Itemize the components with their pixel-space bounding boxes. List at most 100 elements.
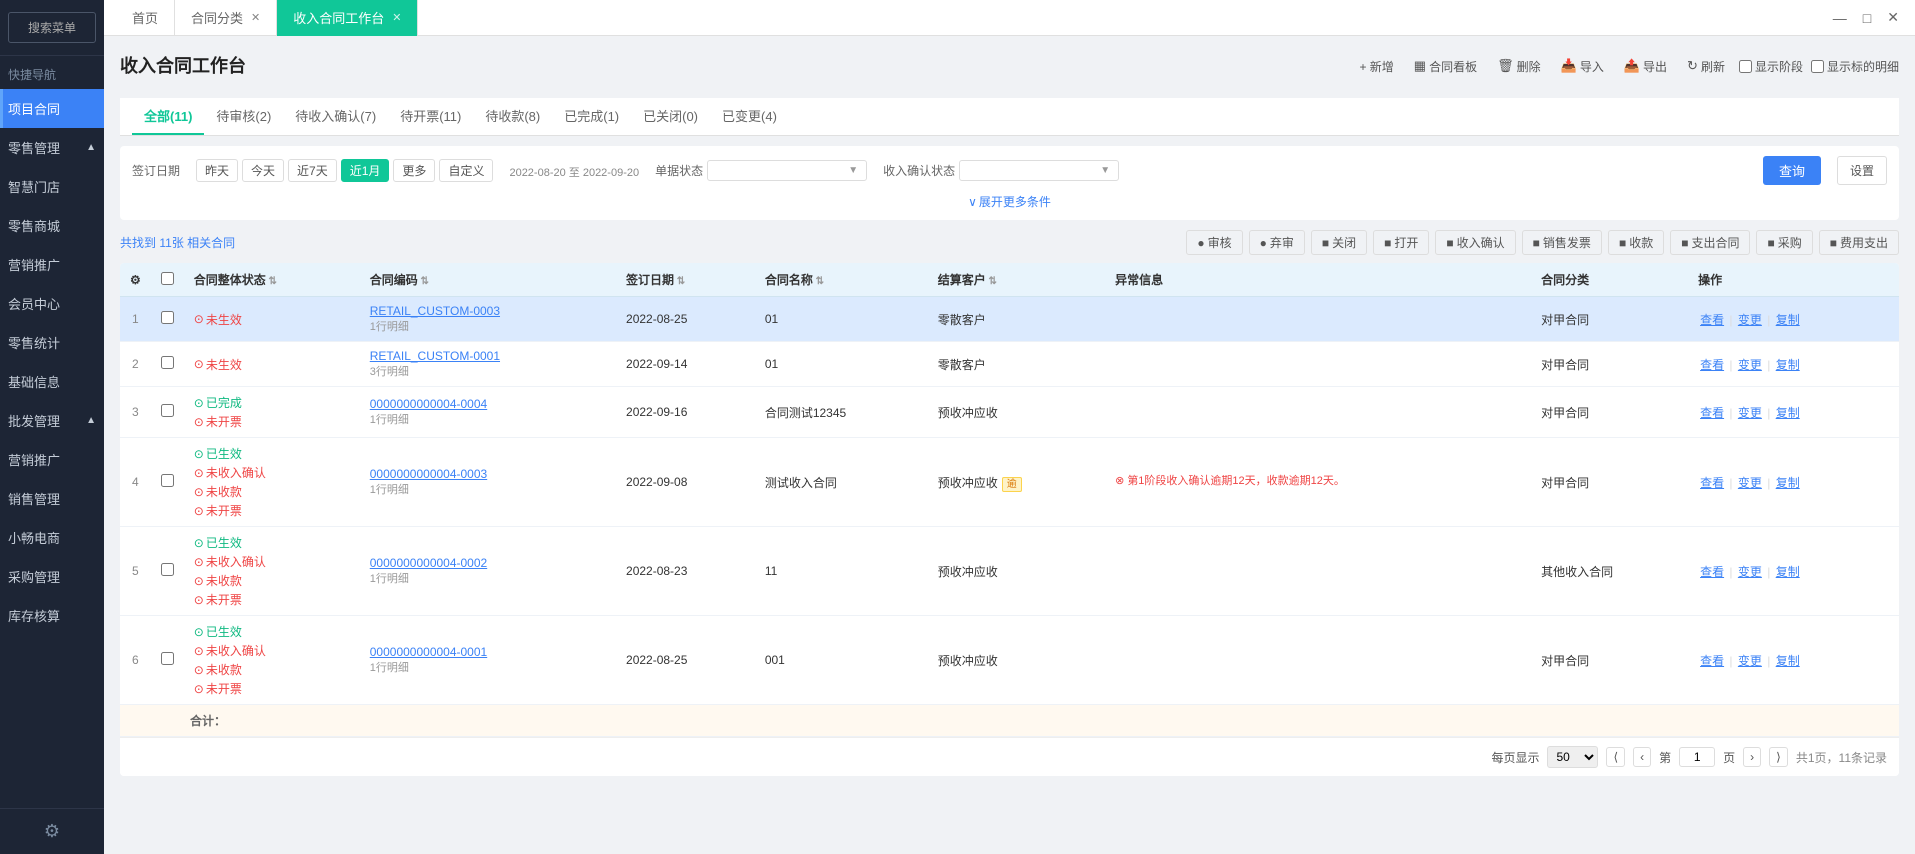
- close-contract-button[interactable]: ■ 关闭: [1311, 230, 1367, 255]
- maximize-button[interactable]: □: [1859, 8, 1875, 28]
- op-查看-link[interactable]: 查看: [1700, 476, 1724, 490]
- op-变更-link[interactable]: 变更: [1738, 313, 1762, 327]
- tab-home[interactable]: 首页: [116, 0, 175, 36]
- contract-code-link[interactable]: 0000000000004-0001: [370, 645, 487, 659]
- review-button[interactable]: ● 审核: [1186, 230, 1242, 255]
- sidebar-item-ecommerce[interactable]: 零售商城: [0, 206, 104, 245]
- status-tab-closed[interactable]: 已关闭(0): [631, 98, 710, 135]
- first-page-button[interactable]: ⟨: [1606, 747, 1625, 767]
- close-button[interactable]: ✕: [1883, 7, 1903, 28]
- th-settings[interactable]: ⚙: [120, 263, 151, 297]
- row-checkbox[interactable]: [161, 563, 174, 576]
- purchase-button[interactable]: ■ 采购: [1756, 230, 1812, 255]
- next-page-button[interactable]: ›: [1743, 747, 1761, 767]
- status-tab-completed[interactable]: 已完成(1): [552, 98, 631, 135]
- status-tab-pending-invoice[interactable]: 待开票(11): [388, 98, 473, 135]
- show-details-checkbox[interactable]: 显示标的明细: [1811, 58, 1899, 75]
- contract-code-link[interactable]: 0000000000004-0004: [370, 397, 487, 411]
- open-contract-button[interactable]: ■ 打开: [1373, 230, 1429, 255]
- th-contract-status[interactable]: 合同整体状态: [184, 263, 360, 297]
- date-btn-more[interactable]: 更多: [393, 159, 435, 182]
- date-btn-yesterday[interactable]: 昨天: [196, 159, 238, 182]
- op-变更-link[interactable]: 变更: [1738, 476, 1762, 490]
- minimize-button[interactable]: —: [1829, 8, 1851, 28]
- op-变更-link[interactable]: 变更: [1738, 565, 1762, 579]
- op-查看-link[interactable]: 查看: [1700, 358, 1724, 372]
- sidebar-item-xiaochange[interactable]: 小畅电商: [0, 518, 104, 557]
- sidebar-item-member[interactable]: 会员中心: [0, 284, 104, 323]
- tab-contract-cat[interactable]: 合同分类 ✕: [175, 0, 277, 36]
- contract-code-link[interactable]: 0000000000004-0003: [370, 467, 487, 481]
- date-btn-today[interactable]: 今天: [242, 159, 284, 182]
- date-btn-1month[interactable]: 近1月: [341, 159, 390, 182]
- op-复制-link[interactable]: 复制: [1776, 476, 1800, 490]
- op-查看-link[interactable]: 查看: [1700, 313, 1724, 327]
- search-menu-button[interactable]: 搜索菜单: [8, 12, 96, 43]
- expense-out-button[interactable]: ■ 费用支出: [1819, 230, 1899, 255]
- contract-code-link[interactable]: RETAIL_CUSTOM-0003: [370, 304, 500, 318]
- show-cols-checkbox[interactable]: 显示阶段: [1739, 58, 1803, 75]
- sidebar-item-sales[interactable]: 销售管理: [0, 479, 104, 518]
- status-tab-all[interactable]: 全部(11): [132, 98, 204, 135]
- th-contract-code[interactable]: 合同编码: [360, 263, 616, 297]
- contract-board-button[interactable]: ▦ 合同看板: [1408, 54, 1483, 79]
- query-button[interactable]: 查询: [1763, 156, 1821, 185]
- op-复制-link[interactable]: 复制: [1776, 406, 1800, 420]
- sidebar-item-purchase[interactable]: 采购管理: [0, 557, 104, 596]
- contract-code-link[interactable]: RETAIL_CUSTOM-0001: [370, 349, 500, 363]
- status-tab-pending-review[interactable]: 待审核(2): [204, 98, 283, 135]
- abandon-review-button[interactable]: ● 弃审: [1249, 230, 1305, 255]
- expand-more-btn[interactable]: ∨ 展开更多条件: [968, 193, 1051, 210]
- op-查看-link[interactable]: 查看: [1700, 654, 1724, 668]
- date-btn-7days[interactable]: 近7天: [288, 159, 337, 182]
- per-page-select[interactable]: 50 100 200: [1547, 746, 1598, 768]
- select-all-checkbox[interactable]: [161, 272, 174, 285]
- op-复制-link[interactable]: 复制: [1776, 565, 1800, 579]
- doc-status-select[interactable]: ▼: [707, 160, 867, 181]
- row-checkbox[interactable]: [161, 652, 174, 665]
- collect-payment-button[interactable]: ■ 收款: [1608, 230, 1664, 255]
- sidebar-item-project[interactable]: 项目合同: [0, 89, 104, 128]
- tab-income-workbench[interactable]: 收入合同工作台 ✕: [277, 0, 418, 36]
- expense-contract-button[interactable]: ■ 支出合同: [1670, 230, 1750, 255]
- tab-close-contract-cat[interactable]: ✕: [251, 11, 260, 24]
- status-tab-changed[interactable]: 已变更(4): [710, 98, 789, 135]
- page-input[interactable]: [1679, 747, 1715, 767]
- sidebar-item-wholesale[interactable]: 批发管理 ▲: [0, 401, 104, 440]
- contract-code-link[interactable]: 0000000000004-0002: [370, 556, 487, 570]
- row-checkbox[interactable]: [161, 404, 174, 417]
- settings-icon[interactable]: ⚙: [44, 821, 60, 842]
- prev-page-button[interactable]: ‹: [1633, 747, 1651, 767]
- op-查看-link[interactable]: 查看: [1700, 406, 1724, 420]
- op-变更-link[interactable]: 变更: [1738, 406, 1762, 420]
- th-customer[interactable]: 结算客户: [928, 263, 1105, 297]
- date-btn-custom[interactable]: 自定义: [439, 159, 493, 182]
- op-变更-link[interactable]: 变更: [1738, 654, 1762, 668]
- new-button[interactable]: + 新增: [1353, 54, 1399, 79]
- row-checkbox[interactable]: [161, 356, 174, 369]
- sidebar-item-basic[interactable]: 基础信息: [0, 362, 104, 401]
- sidebar-item-marketing[interactable]: 营销推广: [0, 245, 104, 284]
- sidebar-item-mktg2[interactable]: 营销推广: [0, 440, 104, 479]
- th-sign-date[interactable]: 签订日期: [616, 263, 755, 297]
- income-confirm-select[interactable]: ▼: [959, 160, 1119, 181]
- export-button[interactable]: 📤 导出: [1618, 54, 1673, 79]
- sidebar-item-inventory[interactable]: 库存核算: [0, 596, 104, 635]
- op-复制-link[interactable]: 复制: [1776, 358, 1800, 372]
- th-checkbox[interactable]: [151, 263, 184, 297]
- sidebar-item-retail[interactable]: 零售管理 ▲: [0, 128, 104, 167]
- row-checkbox[interactable]: [161, 311, 174, 324]
- sidebar-item-stats[interactable]: 零售统计: [0, 323, 104, 362]
- income-confirm-button[interactable]: ■ 收入确认: [1435, 230, 1515, 255]
- sales-invoice-button[interactable]: ■ 销售发票: [1522, 230, 1602, 255]
- op-复制-link[interactable]: 复制: [1776, 313, 1800, 327]
- tab-close-income[interactable]: ✕: [392, 11, 401, 24]
- row-checkbox[interactable]: [161, 474, 174, 487]
- sidebar-item-smartshop[interactable]: 智慧门店: [0, 167, 104, 206]
- delete-button[interactable]: 🗑 删除: [1491, 54, 1547, 79]
- status-tab-pending-payment[interactable]: 待收款(8): [473, 98, 552, 135]
- last-page-button[interactable]: ⟩: [1769, 747, 1788, 767]
- th-contract-name[interactable]: 合同名称: [755, 263, 928, 297]
- op-复制-link[interactable]: 复制: [1776, 654, 1800, 668]
- refresh-button[interactable]: ↻ 刷新: [1681, 54, 1731, 79]
